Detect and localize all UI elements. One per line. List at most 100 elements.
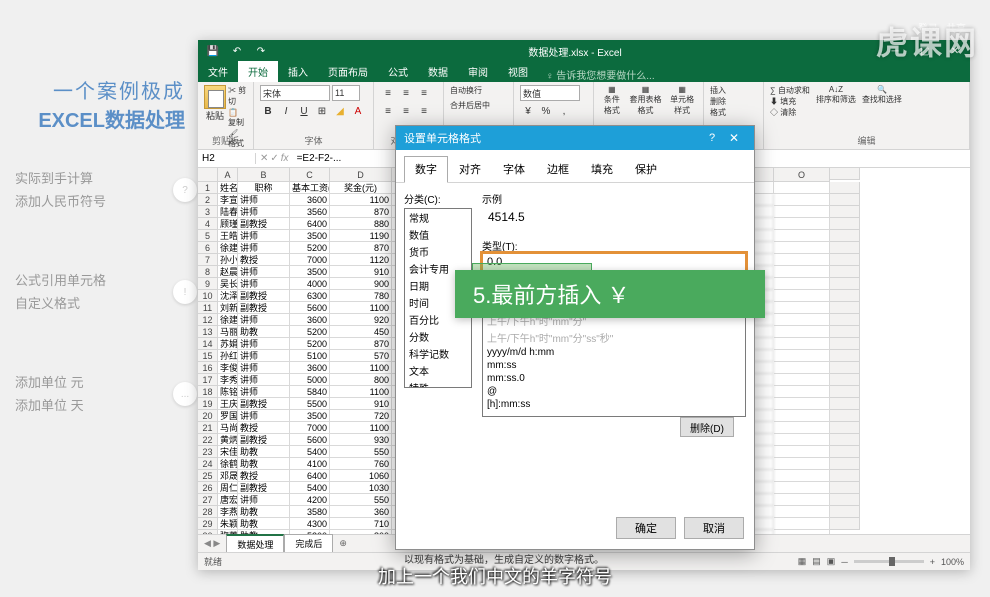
- cell[interactable]: 教授: [238, 470, 290, 482]
- cell[interactable]: [774, 398, 830, 410]
- cell[interactable]: [774, 242, 830, 254]
- cell[interactable]: 李秀清: [218, 374, 238, 386]
- cell[interactable]: 讲师: [238, 362, 290, 374]
- cell[interactable]: 马尚荣: [218, 422, 238, 434]
- category-item[interactable]: 常规: [405, 209, 471, 226]
- cell[interactable]: [830, 218, 860, 230]
- cell[interactable]: 教授: [238, 422, 290, 434]
- cell[interactable]: 4000: [290, 278, 330, 290]
- cell[interactable]: 罗国杰: [218, 410, 238, 422]
- italic-button[interactable]: I: [278, 103, 294, 119]
- header-cell[interactable]: 职称: [238, 182, 290, 194]
- cell[interactable]: [774, 518, 830, 530]
- cell[interactable]: [830, 266, 860, 278]
- cell[interactable]: 5200: [290, 338, 330, 350]
- cell-style-button[interactable]: ▦单元格样式: [667, 85, 697, 116]
- cell[interactable]: 1190: [330, 230, 392, 242]
- cell[interactable]: 19: [198, 398, 218, 410]
- cell[interactable]: 副教授: [238, 218, 290, 230]
- cell[interactable]: 苏娟丽: [218, 338, 238, 350]
- header-cell[interactable]: [830, 168, 860, 180]
- cell[interactable]: 5840: [290, 386, 330, 398]
- cell[interactable]: 5100: [290, 350, 330, 362]
- cell[interactable]: [774, 290, 830, 302]
- cell[interactable]: 7000: [290, 254, 330, 266]
- cell[interactable]: 徐建华: [218, 242, 238, 254]
- cell[interactable]: 刘新晨: [218, 302, 238, 314]
- dialog-close-icon[interactable]: ✕: [722, 131, 746, 145]
- cell[interactable]: 5600: [290, 302, 330, 314]
- tab-formula[interactable]: 公式: [378, 61, 418, 82]
- cell[interactable]: 3600: [290, 362, 330, 374]
- header-cell[interactable]: 基本工资(元): [290, 182, 330, 194]
- cell[interactable]: 21: [198, 422, 218, 434]
- cell[interactable]: 沈泽煜: [218, 290, 238, 302]
- cell[interactable]: 15: [198, 350, 218, 362]
- cell[interactable]: 助教: [238, 458, 290, 470]
- cell[interactable]: 710: [330, 518, 392, 530]
- cell[interactable]: 李宣峰: [218, 194, 238, 206]
- format-item[interactable]: mm:ss: [483, 359, 745, 372]
- cell[interactable]: 5400: [290, 446, 330, 458]
- cell[interactable]: 880: [330, 218, 392, 230]
- clear-button[interactable]: ◇ 清除: [770, 107, 810, 118]
- cell[interactable]: 1100: [330, 362, 392, 374]
- cell[interactable]: 讲师: [238, 206, 290, 218]
- cell[interactable]: [774, 482, 830, 494]
- cell[interactable]: 1100: [330, 194, 392, 206]
- cell[interactable]: 900: [330, 278, 392, 290]
- delete-button[interactable]: 删除: [710, 96, 757, 107]
- cell[interactable]: 3580: [290, 506, 330, 518]
- cell[interactable]: 3500: [290, 266, 330, 278]
- format-button[interactable]: 格式: [710, 107, 757, 118]
- fx-cancel-icon[interactable]: ✕: [260, 153, 268, 164]
- cell[interactable]: 马丽珍: [218, 326, 238, 338]
- cell[interactable]: [830, 242, 860, 254]
- tab-file[interactable]: 文件: [198, 61, 238, 82]
- cell[interactable]: 邓晟煜: [218, 470, 238, 482]
- tab-view[interactable]: 视图: [498, 61, 538, 82]
- category-item[interactable]: 分数: [405, 328, 471, 345]
- cut-button[interactable]: ✂ 剪切: [228, 85, 247, 107]
- cell[interactable]: 5600: [290, 434, 330, 446]
- cell[interactable]: 4100: [290, 458, 330, 470]
- cell[interactable]: 3: [198, 206, 218, 218]
- cell[interactable]: 22: [198, 434, 218, 446]
- number-format-select[interactable]: 数值: [520, 85, 580, 101]
- cell[interactable]: 副教授: [238, 482, 290, 494]
- underline-button[interactable]: U: [296, 103, 312, 119]
- align-right-icon[interactable]: ≡: [416, 103, 432, 119]
- table-format-button[interactable]: ▦套用表格格式: [628, 85, 664, 116]
- cell[interactable]: 5400: [290, 482, 330, 494]
- header-cell[interactable]: [774, 182, 830, 194]
- cell[interactable]: 陈铭: [218, 386, 238, 398]
- align-bot-icon[interactable]: ≡: [416, 85, 432, 101]
- cell[interactable]: [830, 422, 860, 434]
- cell[interactable]: [774, 278, 830, 290]
- cell[interactable]: [774, 362, 830, 374]
- cell[interactable]: [774, 350, 830, 362]
- cell[interactable]: [830, 206, 860, 218]
- cell[interactable]: [830, 326, 860, 338]
- cell[interactable]: 1100: [330, 386, 392, 398]
- sheet-add-icon[interactable]: ⊕: [333, 538, 353, 549]
- header-cell[interactable]: 1: [198, 182, 218, 194]
- font-size-select[interactable]: 11: [332, 85, 360, 101]
- cell[interactable]: [774, 326, 830, 338]
- cell[interactable]: [830, 350, 860, 362]
- ok-button[interactable]: 确定: [616, 517, 676, 539]
- sheet-tab-active[interactable]: 数据处理: [226, 534, 284, 554]
- cell[interactable]: [774, 422, 830, 434]
- format-item[interactable]: [h]:mm:ss: [483, 398, 745, 411]
- cell[interactable]: 13: [198, 326, 218, 338]
- align-center-icon[interactable]: ≡: [398, 103, 414, 119]
- format-item[interactable]: yyyy/m/d h:mm: [483, 346, 745, 359]
- cell[interactable]: [774, 446, 830, 458]
- cell[interactable]: 6300: [290, 290, 330, 302]
- cell[interactable]: 李燕华: [218, 506, 238, 518]
- cell[interactable]: 1100: [330, 422, 392, 434]
- align-mid-icon[interactable]: ≡: [398, 85, 414, 101]
- header-cell[interactable]: 姓名: [218, 182, 238, 194]
- cell[interactable]: 800: [330, 374, 392, 386]
- cell[interactable]: 讲师: [238, 314, 290, 326]
